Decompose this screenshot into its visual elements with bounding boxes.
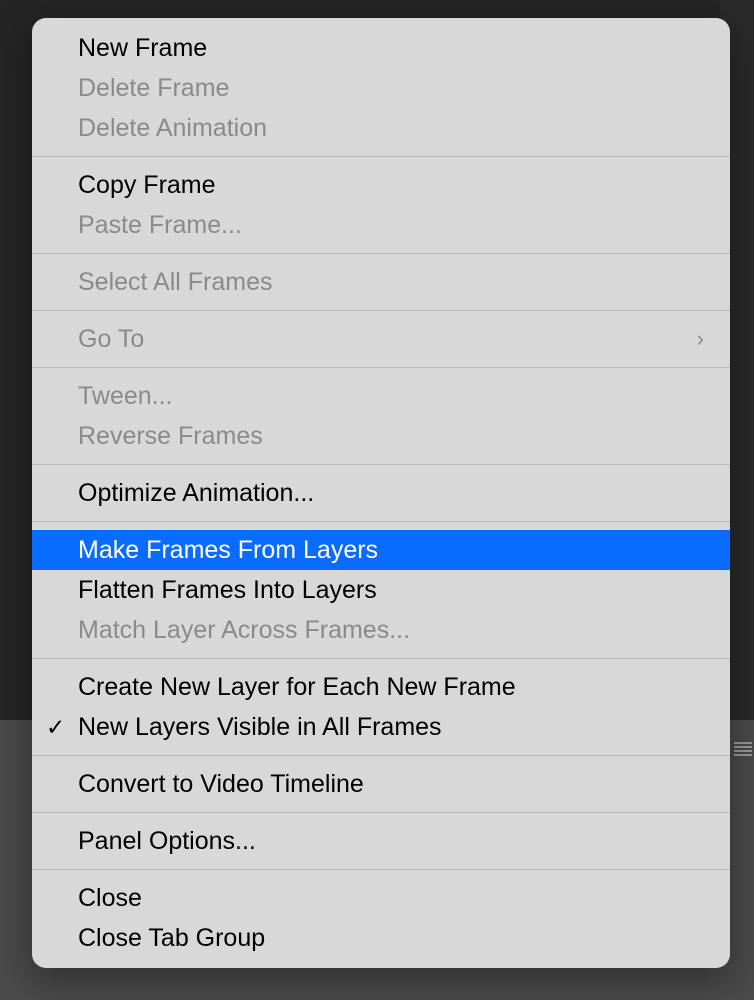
menu-item-close[interactable]: Close xyxy=(32,878,730,918)
chevron-right-icon: › xyxy=(697,323,708,355)
menu-item-label: Tween... xyxy=(78,380,173,412)
menu-item-match-layer-across-frames: Match Layer Across Frames... xyxy=(32,610,730,650)
menu-separator xyxy=(32,253,730,254)
menu-separator xyxy=(32,367,730,368)
menu-item-label: Close xyxy=(78,882,142,914)
menu-item-reverse-frames: Reverse Frames xyxy=(32,416,730,456)
menu-item-label: Select All Frames xyxy=(78,266,273,298)
menu-item-label: Copy Frame xyxy=(78,169,216,201)
menu-separator xyxy=(32,310,730,311)
timeline-context-menu: New Frame Delete Frame Delete Animation Cop… xyxy=(32,18,730,968)
menu-item-label: Panel Options... xyxy=(78,825,256,857)
menu-item-label: Paste Frame... xyxy=(78,209,242,241)
menu-item-label: Reverse Frames xyxy=(78,420,263,452)
menu-item-delete-animation: Delete Animation xyxy=(32,108,730,148)
menu-separator xyxy=(32,521,730,522)
menu-item-flatten-frames-into-layers[interactable]: Flatten Frames Into Layers xyxy=(32,570,730,610)
menu-item-label: Close Tab Group xyxy=(78,922,265,954)
menu-item-label: Optimize Animation... xyxy=(78,477,314,509)
menu-item-label: Match Layer Across Frames... xyxy=(78,614,410,646)
menu-separator xyxy=(32,464,730,465)
menu-separator xyxy=(32,755,730,756)
menu-item-panel-options[interactable]: Panel Options... xyxy=(32,821,730,861)
menu-separator xyxy=(32,658,730,659)
menu-item-label: Go To xyxy=(78,323,144,355)
menu-item-label: Convert to Video Timeline xyxy=(78,768,364,800)
menu-item-new-layers-visible-in-all-frames[interactable]: ✓ New Layers Visible in All Frames xyxy=(32,707,730,747)
menu-item-label: Make Frames From Layers xyxy=(78,534,378,566)
menu-item-label: New Layers Visible in All Frames xyxy=(78,711,442,743)
check-icon: ✓ xyxy=(46,711,65,743)
menu-item-delete-frame: Delete Frame xyxy=(32,68,730,108)
menu-item-label: Create New Layer for Each New Frame xyxy=(78,671,516,703)
menu-item-make-frames-from-layers[interactable]: Make Frames From Layers xyxy=(32,530,730,570)
menu-item-copy-frame[interactable]: Copy Frame xyxy=(32,165,730,205)
menu-item-create-new-layer-for-each-new-frame[interactable]: Create New Layer for Each New Frame xyxy=(32,667,730,707)
menu-item-label: Flatten Frames Into Layers xyxy=(78,574,377,606)
menu-item-select-all-frames: Select All Frames xyxy=(32,262,730,302)
menu-item-optimize-animation[interactable]: Optimize Animation... xyxy=(32,473,730,513)
menu-item-go-to: Go To › xyxy=(32,319,730,359)
menu-item-paste-frame: Paste Frame... xyxy=(32,205,730,245)
menu-item-close-tab-group[interactable]: Close Tab Group xyxy=(32,918,730,958)
panel-menu-icon[interactable] xyxy=(734,742,752,756)
menu-separator xyxy=(32,869,730,870)
menu-item-label: Delete Animation xyxy=(78,112,267,144)
menu-item-convert-to-video-timeline[interactable]: Convert to Video Timeline xyxy=(32,764,730,804)
menu-item-tween: Tween... xyxy=(32,376,730,416)
menu-separator xyxy=(32,156,730,157)
menu-item-label: New Frame xyxy=(78,32,207,64)
menu-item-label: Delete Frame xyxy=(78,72,229,104)
menu-separator xyxy=(32,812,730,813)
menu-item-new-frame[interactable]: New Frame xyxy=(32,28,730,68)
